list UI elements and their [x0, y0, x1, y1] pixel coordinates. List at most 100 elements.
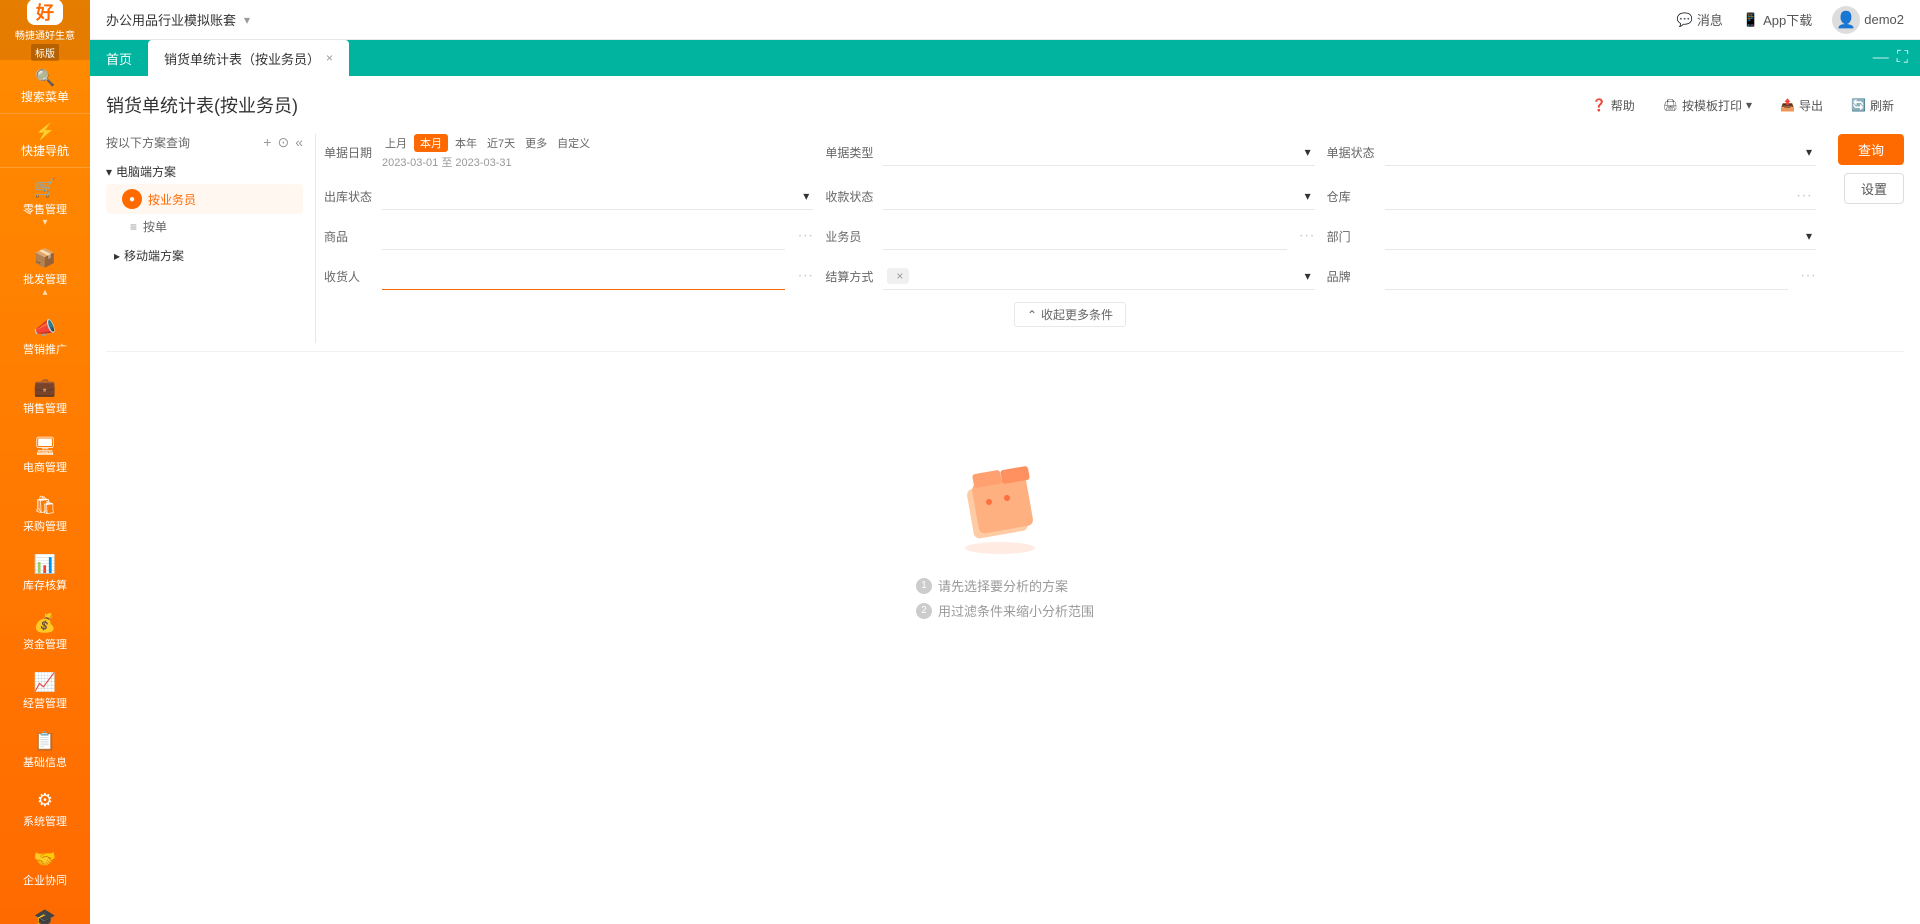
- settlement-tag-close[interactable]: ×: [896, 269, 903, 283]
- download-icon: 📱: [1743, 12, 1759, 28]
- settlement-tag: ×: [887, 268, 909, 284]
- department-select[interactable]: ▾: [1385, 222, 1816, 250]
- app-download-button[interactable]: 📱 App下载: [1743, 10, 1812, 29]
- page-actions: ❓ 帮助 🖨 按模板打印 ▾ 📤 导出 🔄 刷新: [1582, 93, 1904, 118]
- product-input[interactable]: [382, 222, 785, 250]
- logo-text: 畅捷通好生意: [15, 27, 75, 42]
- collapse-btn-row: ⌃ 收起更多条件: [324, 302, 1816, 327]
- tab-close-icon[interactable]: ×: [326, 51, 333, 65]
- settlement-chevron: ▾: [1305, 269, 1311, 283]
- user-name: demo2: [1864, 12, 1904, 27]
- warehouse-field: 仓库 ···: [1327, 182, 1816, 210]
- sidebar-item-wholesale[interactable]: 📦 批发管理 ▴: [0, 238, 90, 308]
- settings-button[interactable]: 设置: [1844, 173, 1904, 204]
- sidebar-search[interactable]: 🔍 搜索菜单: [0, 60, 90, 114]
- add-scheme-icon[interactable]: +: [263, 134, 271, 151]
- sidebar-item-collab[interactable]: 🤝 企业协同: [0, 839, 90, 898]
- query-button[interactable]: 查询: [1838, 134, 1904, 165]
- receiver-input[interactable]: [382, 262, 785, 290]
- sidebar-item-sales[interactable]: 💼 销售管理: [0, 367, 90, 426]
- brand-input[interactable]: [1385, 262, 1788, 290]
- user-menu[interactable]: 👤 demo2: [1832, 6, 1904, 34]
- sidebar-item-ecommerce[interactable]: 🖥 电商管理: [0, 426, 90, 485]
- filter-row-3: 商品 ··· 业务员 ··· 部门: [324, 222, 1816, 250]
- warehouse-dots[interactable]: ···: [1796, 187, 1812, 205]
- sidebar-quick-nav[interactable]: ⚡ 快捷导航: [0, 114, 90, 168]
- sidebar-item-inventory[interactable]: 📊 库存核算: [0, 544, 90, 603]
- edit-scheme-icon[interactable]: ⊙: [277, 134, 289, 151]
- order-status-select[interactable]: ▾: [1385, 138, 1816, 166]
- salesperson-dots[interactable]: ···: [1299, 227, 1315, 245]
- window-minimize-icon[interactable]: —: [1873, 49, 1889, 67]
- sidebar-item-finance[interactable]: 💰 资金管理: [0, 603, 90, 662]
- out-status-select[interactable]: ▾: [382, 182, 813, 210]
- filter-form: 单据日期 上月 本月 本年 近7天 更多 自定义 2023-03-01 至 20…: [324, 134, 1816, 343]
- message-button[interactable]: 💬 消息: [1677, 10, 1723, 29]
- collapse-filters-button[interactable]: ⌃ 收起更多条件: [1014, 302, 1126, 327]
- scheme-order-icon: ≡: [130, 220, 137, 234]
- tab-home[interactable]: 首页: [90, 40, 148, 76]
- mobile-scheme-header[interactable]: ▸ 移动端方案: [106, 243, 303, 268]
- sidebar: 好 畅捷通好生意 标版 🔍 搜索菜单 ⚡ 快捷导航 🛒 零售管理 ▾ 📦 批发管…: [0, 0, 90, 924]
- collapse-sidebar-icon[interactable]: «: [295, 134, 303, 151]
- warehouse-select[interactable]: ···: [1385, 182, 1816, 210]
- order-type-field: 单据类型 ▾: [825, 138, 1314, 166]
- date-tab-this-year[interactable]: 本年: [452, 134, 480, 152]
- filter-sidebar: 按以下方案查询 + ⊙ « ▾ 电脑端方案 ● 按业务员: [106, 134, 316, 343]
- topbar-dropdown-icon[interactable]: ▾: [244, 13, 250, 27]
- date-tab-more[interactable]: 更多: [522, 134, 550, 152]
- receipt-status-select[interactable]: ▾: [883, 182, 1314, 210]
- scheme-active-icon: ●: [122, 189, 142, 209]
- order-type-select[interactable]: ▾: [883, 138, 1314, 166]
- step-2-number: 2: [916, 603, 932, 619]
- product-dots[interactable]: ···: [797, 227, 813, 245]
- system-icon: ⚙: [37, 790, 53, 811]
- window-maximize-icon[interactable]: ⛶: [1897, 49, 1908, 67]
- refresh-button[interactable]: 🔄 刷新: [1841, 93, 1904, 118]
- help-button[interactable]: ❓ 帮助: [1582, 93, 1645, 118]
- main-content: 销货单统计表(按业务员) ❓ 帮助 🖨 按模板打印 ▾ 📤 导出 🔄 刷新: [90, 76, 1920, 924]
- salesperson-label: 业务员: [825, 228, 875, 245]
- desktop-scheme-header[interactable]: ▾ 电脑端方案: [106, 159, 303, 184]
- purchase-icon: 🛍: [34, 495, 57, 516]
- out-status-label: 出库状态: [324, 188, 374, 205]
- date-tab-this-month[interactable]: 本月: [414, 134, 448, 152]
- sales-icon: 💼: [34, 377, 56, 398]
- sidebar-item-guide[interactable]: 🎓 新手引导: [0, 898, 90, 924]
- mobile-chevron-icon: ▸: [114, 249, 120, 263]
- date-tab-7days[interactable]: 近7天: [484, 134, 518, 152]
- topbar-left: 办公用品行业模拟账套 ▾: [106, 10, 250, 29]
- brand-dots[interactable]: ···: [1800, 267, 1816, 285]
- mobile-scheme-label: 移动端方案: [124, 247, 184, 264]
- scheme-item-order[interactable]: ≡ 按单: [106, 214, 303, 239]
- export-button[interactable]: 📤 导出: [1770, 93, 1833, 118]
- date-tabs: 上月 本月 本年 近7天 更多 自定义: [382, 134, 813, 152]
- settlement-select[interactable]: × ▾: [883, 262, 1314, 290]
- desktop-scheme-group: ▾ 电脑端方案 ● 按业务员 ≡ 按单: [106, 159, 303, 239]
- receiver-label: 收货人: [324, 268, 374, 285]
- print-button[interactable]: 🖨 按模板打印 ▾: [1653, 93, 1762, 118]
- salesperson-input[interactable]: [883, 222, 1286, 250]
- tab-sales-stat[interactable]: 销货单统计表（按业务员） ×: [148, 40, 349, 76]
- product-label: 商品: [324, 228, 374, 245]
- sidebar-header-icons: + ⊙ «: [263, 134, 303, 151]
- order-status-chevron: ▾: [1806, 145, 1812, 159]
- sidebar-item-marketing[interactable]: 📣 营销推广: [0, 308, 90, 367]
- order-status-label: 单据状态: [1327, 144, 1377, 161]
- scheme-item-salesperson[interactable]: ● 按业务员: [106, 184, 303, 214]
- sidebar-item-retail[interactable]: 🛒 零售管理 ▾: [0, 168, 90, 238]
- inventory-icon: 📊: [34, 554, 56, 575]
- app-logo[interactable]: 好 畅捷通好生意 标版: [0, 0, 90, 60]
- sidebar-item-purchase[interactable]: 🛍 采购管理: [0, 485, 90, 544]
- sidebar-item-basic-info[interactable]: 📋 基础信息: [0, 721, 90, 780]
- empty-step-2: 2 用过滤条件来缩小分析范围: [916, 601, 1094, 620]
- print-dropdown-icon: ▾: [1746, 98, 1752, 112]
- filter-sidebar-header: 按以下方案查询 + ⊙ «: [106, 134, 303, 151]
- receiver-dots[interactable]: ···: [797, 267, 813, 285]
- date-tab-last-month[interactable]: 上月: [382, 134, 410, 152]
- sidebar-item-system[interactable]: ⚙ 系统管理: [0, 780, 90, 839]
- warehouse-label: 仓库: [1327, 188, 1377, 205]
- sidebar-item-operations[interactable]: 📈 经营管理: [0, 662, 90, 721]
- date-tab-custom[interactable]: 自定义: [554, 134, 593, 152]
- salesperson-field: 业务员 ···: [825, 222, 1314, 250]
